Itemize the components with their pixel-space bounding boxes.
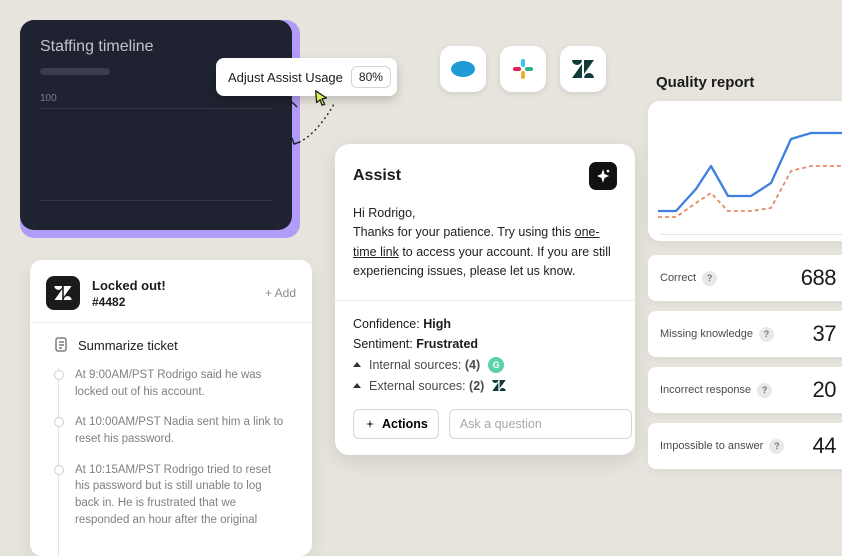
ticket-id: #4482 bbox=[92, 295, 265, 309]
staffing-timeline-card: Staffing timeline 100 bbox=[20, 20, 292, 230]
help-icon[interactable]: ? bbox=[757, 383, 772, 398]
sparkle-icon[interactable] bbox=[589, 162, 617, 190]
help-icon[interactable]: ? bbox=[759, 327, 774, 342]
ticket-add-button[interactable]: + Add bbox=[265, 286, 296, 300]
adjust-label: Adjust Assist Usage bbox=[228, 70, 343, 85]
zendesk-icon[interactable] bbox=[560, 46, 606, 92]
salesforce-icon[interactable] bbox=[440, 46, 486, 92]
quality-row-incorrect[interactable]: Incorrect response ? 20 bbox=[648, 367, 842, 413]
internal-sources-row[interactable]: Internal sources: (4) G bbox=[353, 357, 617, 373]
actions-button[interactable]: Actions bbox=[353, 409, 439, 439]
help-icon[interactable]: ? bbox=[702, 271, 717, 286]
timeline-item: At 10:00AM/PST Nadia sent him a link to … bbox=[75, 414, 292, 447]
source-g-icon: G bbox=[488, 357, 504, 373]
quality-title: Quality report bbox=[656, 74, 842, 91]
confidence-row: Confidence: High bbox=[353, 317, 617, 331]
quality-row-impossible[interactable]: Impossible to answer ? 44 bbox=[648, 423, 842, 469]
staffing-title: Staffing timeline bbox=[40, 38, 272, 56]
skeleton-bar bbox=[40, 68, 110, 75]
sparkle-small-icon bbox=[364, 418, 376, 430]
sentiment-row: Sentiment: Frustrated bbox=[353, 337, 617, 351]
bar-chart bbox=[40, 109, 272, 201]
caret-up-icon bbox=[353, 383, 361, 388]
slack-icon[interactable] bbox=[500, 46, 546, 92]
dotted-arrow bbox=[290, 100, 350, 150]
quality-line-chart bbox=[648, 101, 842, 241]
timeline-item: At 10:15AM/PST Rodrigo tried to reset hi… bbox=[75, 462, 292, 529]
caret-up-icon bbox=[353, 362, 361, 367]
adjust-percent[interactable]: 80% bbox=[351, 66, 391, 88]
timeline-item: At 9:00AM/PST Rodrigo said he was locked… bbox=[75, 367, 292, 400]
cursor-icon bbox=[313, 89, 331, 107]
summarize-ticket-button[interactable]: Summarize ticket bbox=[30, 323, 312, 363]
summarize-label: Summarize ticket bbox=[78, 338, 178, 353]
zendesk-logo-icon bbox=[46, 276, 80, 310]
assist-title: Assist bbox=[353, 167, 401, 185]
help-icon[interactable]: ? bbox=[769, 439, 784, 454]
quality-row-correct[interactable]: Correct ? 688 bbox=[648, 255, 842, 301]
ask-question-input[interactable] bbox=[449, 409, 632, 439]
external-sources-row[interactable]: External sources: (2) bbox=[353, 379, 617, 393]
quality-row-missing[interactable]: Missing knowledge ? 37 bbox=[648, 311, 842, 357]
quality-report-panel: Quality report Correct ? 688 Missing kno… bbox=[648, 74, 842, 479]
ticket-title: Locked out! bbox=[92, 278, 265, 293]
adjust-assist-usage-pill[interactable]: Adjust Assist Usage 80% bbox=[216, 58, 397, 96]
ticket-timeline: At 9:00AM/PST Rodrigo said he was locked… bbox=[58, 367, 292, 556]
document-icon bbox=[54, 337, 70, 353]
source-zendesk-icon bbox=[492, 379, 506, 393]
assist-body: Hi Rodrigo, Thanks for your patience. Tr… bbox=[353, 204, 617, 282]
assist-card: Assist Hi Rodrigo, Thanks for your patie… bbox=[335, 144, 635, 455]
ticket-card: Locked out! #4482 + Add Summarize ticket… bbox=[30, 260, 312, 556]
